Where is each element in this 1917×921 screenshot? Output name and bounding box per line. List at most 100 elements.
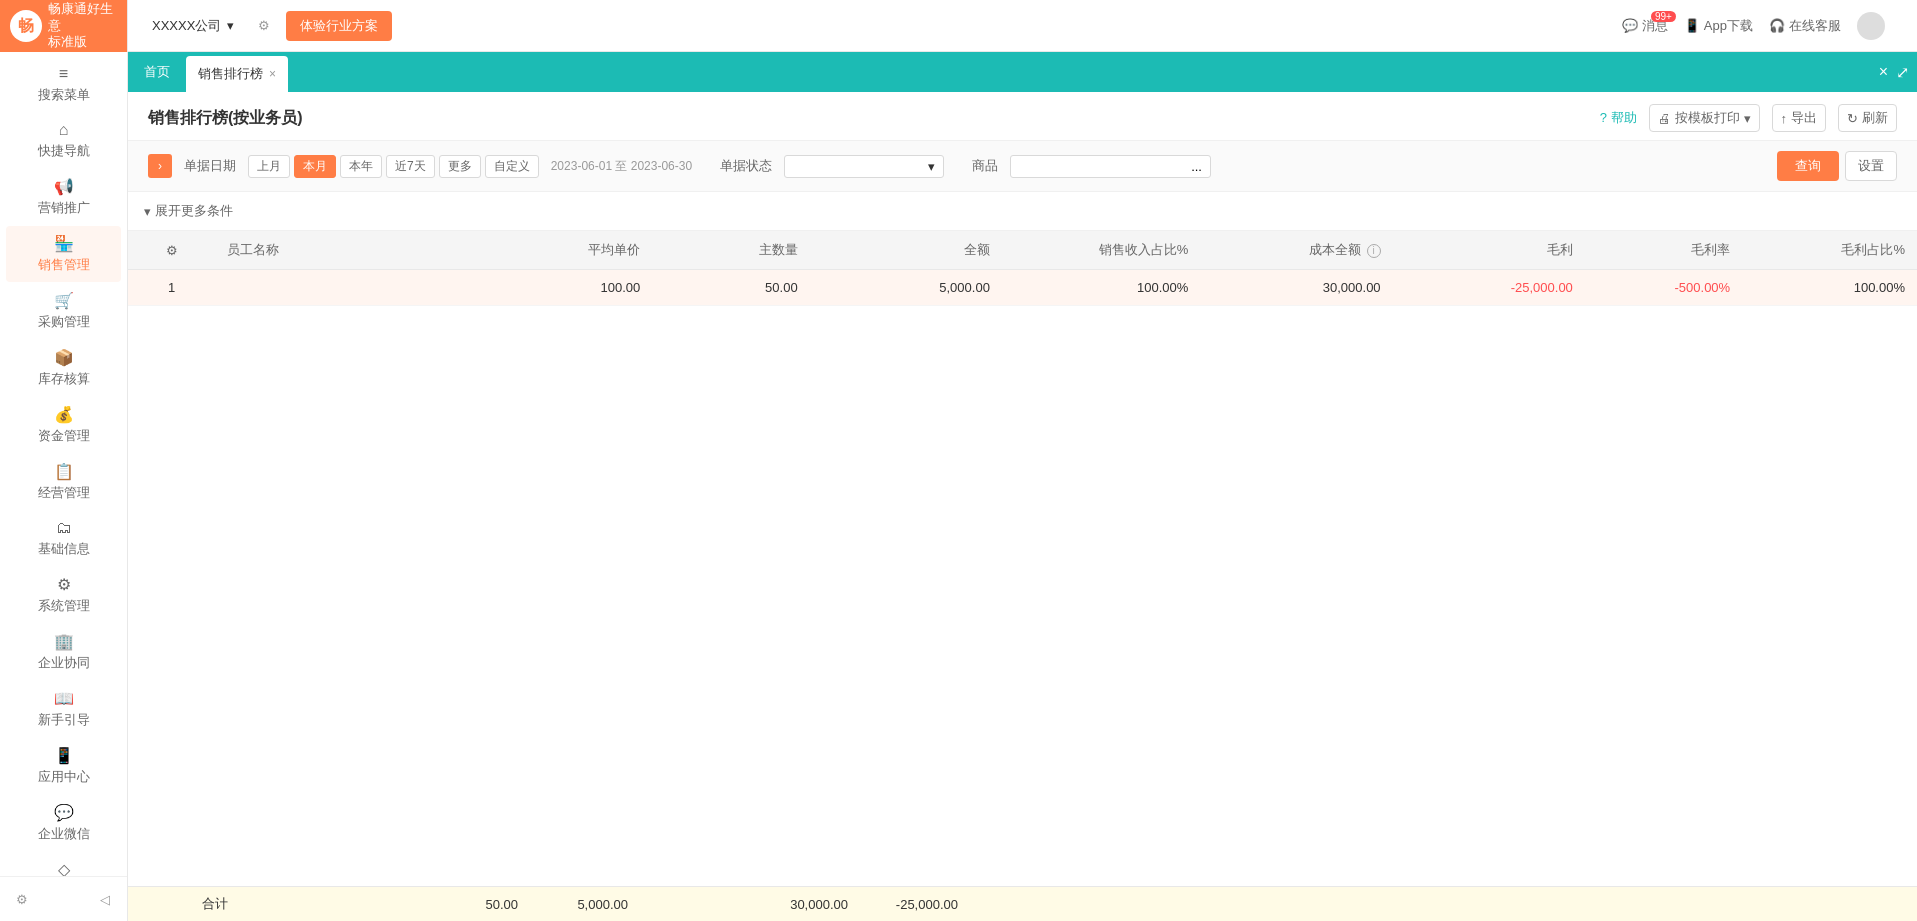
filter-date-custom[interactable]: 自定义 — [485, 155, 539, 178]
app-download-icon: 📱 — [1684, 18, 1700, 33]
filter-status-select[interactable]: ▾ — [784, 155, 944, 178]
sidebar-item-label: 库存核算 — [38, 370, 90, 388]
sidebar-item-label: 基础信息 — [38, 540, 90, 558]
app-download-label: App下载 — [1704, 17, 1753, 35]
topbar-right: 💬 消息 99+ 📱 App下载 🎧 在线客服 — [1622, 12, 1901, 40]
report-actions: ? 帮助 🖨 按模板打印 ▾ ↑ 导出 ↻ 刷新 — [1600, 104, 1897, 132]
expand-conditions-button[interactable]: ▾ 展开更多条件 — [134, 198, 1911, 224]
table-row: 1 100.00 50.00 5,000.00 100.00% 30,000.0… — [128, 270, 1917, 306]
online-service-item[interactable]: 🎧 在线客服 — [1769, 17, 1841, 35]
sidebar-item-label: 企业微信 — [38, 825, 90, 843]
close-window-button[interactable]: × — [1879, 63, 1888, 81]
sidebar-item-member[interactable]: ◇ 畅会员 — [6, 852, 121, 876]
filter-right-actions: 查询 设置 — [1777, 151, 1897, 181]
topbar-settings-icon[interactable]: ⚙ — [250, 12, 278, 40]
sidebar-item-quick-nav[interactable]: ⌂ 快捷导航 — [6, 113, 121, 168]
settings-button[interactable]: 设置 — [1845, 151, 1897, 181]
col-header-gross-ratio: 毛利占比% — [1742, 231, 1917, 270]
app-center-icon: 📱 — [54, 746, 74, 765]
col-header-main-qty: 主数量 — [652, 231, 809, 270]
tab-close-button[interactable]: × — [269, 67, 276, 81]
system-icon: ⚙ — [57, 575, 71, 594]
operation-icon: 📋 — [54, 462, 74, 481]
marketing-icon: 📢 — [54, 177, 74, 196]
sidebar-settings-icon[interactable]: ⚙ — [8, 885, 36, 913]
settings-col-icon[interactable]: ⚙ — [166, 243, 178, 258]
sidebar-item-label: 销售管理 — [38, 256, 90, 274]
filter-date-this-year[interactable]: 本年 — [340, 155, 382, 178]
filter-goods-input[interactable]: ... — [1010, 155, 1211, 178]
refresh-button[interactable]: ↻ 刷新 — [1838, 104, 1897, 132]
logo-text: 畅康通好生意 标准版 — [48, 1, 117, 52]
cell-cost: 30,000.00 — [1200, 270, 1392, 306]
filter-date-last-month[interactable]: 上月 — [248, 155, 290, 178]
sidebar-item-guide[interactable]: 📖 新手引导 — [6, 681, 121, 737]
online-service-label: 在线客服 — [1789, 17, 1841, 35]
company-name: XXXXX公司 — [152, 17, 221, 35]
company-selector[interactable]: XXXXX公司 ▾ — [144, 13, 242, 39]
cell-gross-ratio: 100.00% — [1742, 270, 1917, 306]
sidebar-collapse-icon[interactable]: ◁ — [91, 885, 119, 913]
sidebar-item-sales[interactable]: 🏪 销售管理 — [6, 226, 121, 282]
cell-avg-price: 100.00 — [460, 270, 652, 306]
industry-solution-button[interactable]: 体验行业方案 — [286, 11, 392, 41]
cost-info-icon[interactable]: i — [1367, 244, 1381, 258]
table-body: 1 100.00 50.00 5,000.00 100.00% 30,000.0… — [128, 270, 1917, 306]
sidebar-item-finance[interactable]: 💰 资金管理 — [6, 397, 121, 453]
filter-date-7days[interactable]: 近7天 — [386, 155, 435, 178]
report-area: 销售排行榜(按业务员) ? 帮助 🖨 按模板打印 ▾ ↑ 导出 — [128, 92, 1917, 921]
enterprise-icon: 🏢 — [54, 632, 74, 651]
sidebar-item-wechat[interactable]: 💬 企业微信 — [6, 795, 121, 851]
footer-amount: 5,000.00 — [530, 897, 640, 912]
sidebar-bottom: ⚙ ◁ — [0, 876, 127, 921]
export-icon: ↑ — [1781, 111, 1788, 126]
help-link[interactable]: ? 帮助 — [1600, 109, 1637, 127]
sidebar-item-purchase[interactable]: 🛒 采购管理 — [6, 283, 121, 339]
sidebar-item-search-order[interactable]: ≡ 搜索菜单 — [6, 57, 121, 112]
print-dropdown-icon: ▾ — [1744, 111, 1751, 126]
filter-date-more[interactable]: 更多 — [439, 155, 481, 178]
tabbar: 首页 销售排行榜 × × ⤢ — [128, 52, 1917, 92]
filter-toggle-arrow[interactable]: › — [148, 154, 172, 178]
finance-icon: 💰 — [54, 405, 74, 424]
footer-main-qty: 50.00 — [440, 897, 530, 912]
sidebar-item-enterprise[interactable]: 🏢 企业协同 — [6, 624, 121, 680]
filter-status-dropdown-icon: ▾ — [928, 159, 935, 174]
sidebar-item-label: 采购管理 — [38, 313, 90, 331]
goods-search-field[interactable] — [1019, 159, 1187, 174]
wechat-icon: 💬 — [54, 803, 74, 822]
sidebar-item-system[interactable]: ⚙ 系统管理 — [6, 567, 121, 623]
sidebar-item-label: 企业协同 — [38, 654, 90, 672]
sidebar-item-label: 系统管理 — [38, 597, 90, 615]
tab-home[interactable]: 首页 — [128, 52, 186, 92]
expand-window-button[interactable]: ⤢ — [1896, 63, 1909, 82]
message-icon: 💬 — [1622, 18, 1638, 33]
print-icon: 🖨 — [1658, 111, 1671, 126]
app-download-item[interactable]: 📱 App下载 — [1684, 17, 1753, 35]
sidebar-item-app-center[interactable]: 📱 应用中心 — [6, 738, 121, 794]
sidebar-item-basic-info[interactable]: 🗂 基础信息 — [6, 511, 121, 566]
col-header-gross-rate: 毛利率 — [1585, 231, 1742, 270]
export-button[interactable]: ↑ 导出 — [1772, 104, 1827, 132]
date-label: 单据日期 — [184, 157, 236, 175]
tab-sales-ranking[interactable]: 销售排行榜 × — [186, 56, 288, 92]
query-button[interactable]: 查询 — [1777, 151, 1839, 181]
sidebar-item-marketing[interactable]: 📢 营销推广 — [6, 169, 121, 225]
sidebar-item-operation[interactable]: 📋 经营管理 — [6, 454, 121, 510]
main-area: XXXXX公司 ▾ ⚙ 体验行业方案 💬 消息 99+ 📱 App下载 🎧 在线… — [128, 0, 1917, 921]
filter-bar: › 单据日期 上月 本月 本年 近7天 更多 自定义 2023-06-01 至 … — [128, 141, 1917, 192]
avatar[interactable] — [1857, 12, 1885, 40]
cell-amount: 5,000.00 — [810, 270, 1002, 306]
quick-nav-icon: ⌂ — [59, 121, 69, 139]
online-service-icon: 🎧 — [1769, 18, 1785, 33]
sidebar-item-inventory[interactable]: 📦 库存核算 — [6, 340, 121, 396]
goods-label: 商品 — [972, 157, 998, 175]
filter-date-this-month[interactable]: 本月 — [294, 155, 336, 178]
sidebar-nav: ≡ 搜索菜单 ⌂ 快捷导航 📢 营销推广 🏪 销售管理 🛒 采购管理 📦 库存核… — [0, 52, 127, 876]
print-button[interactable]: 🖨 按模板打印 ▾ — [1649, 104, 1760, 132]
message-item[interactable]: 💬 消息 99+ — [1622, 17, 1668, 35]
tab-home-label: 首页 — [144, 63, 170, 81]
message-badge: 99+ — [1651, 11, 1676, 22]
filter-date-buttons: 上月 本月 本年 近7天 更多 自定义 — [248, 155, 539, 178]
guide-icon: 📖 — [54, 689, 74, 708]
